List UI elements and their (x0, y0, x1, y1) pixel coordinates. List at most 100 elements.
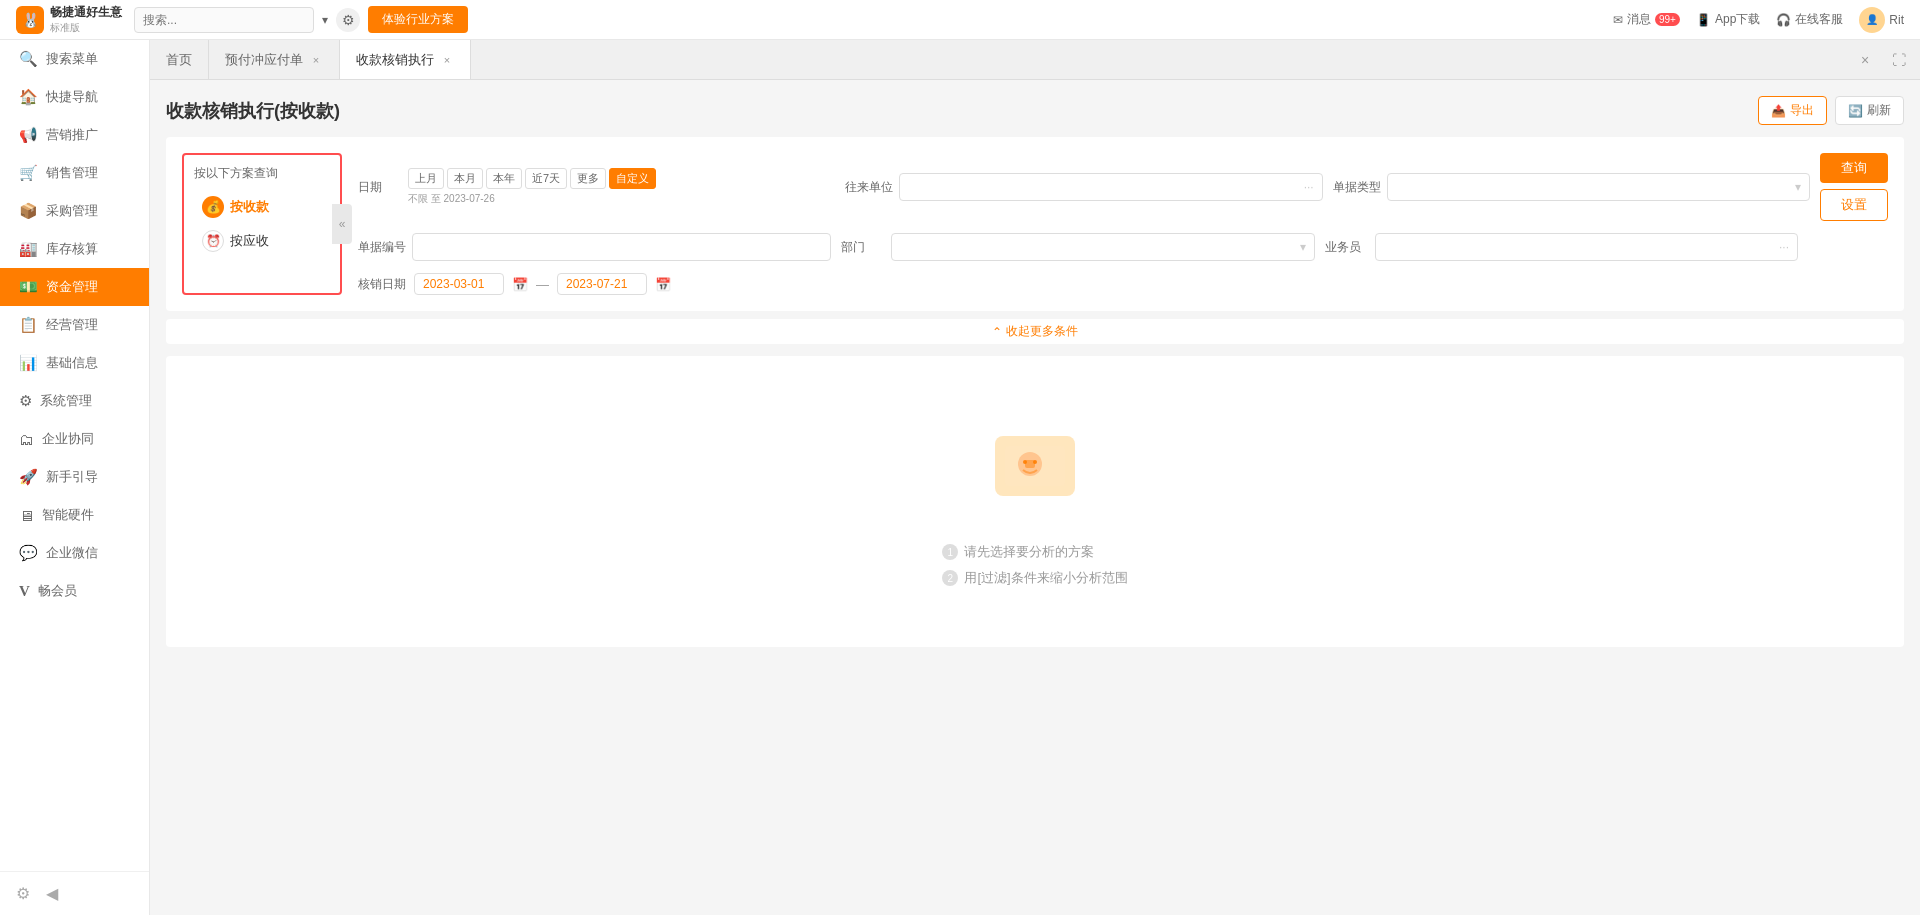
tab-writeoff[interactable]: 收款核销执行 × (340, 40, 471, 79)
sidebar-item-label: 销售管理 (46, 164, 98, 182)
user-area[interactable]: 👤 Rit (1859, 7, 1904, 33)
filter-action-buttons: 查询 设置 (1820, 153, 1888, 221)
filter-row-1: 日期 上月 本月 本年 近7天 更多 自定义 不限 至 2023-07-26 (358, 153, 1888, 221)
sidebar-item-collab[interactable]: 🗂 企业协同 (0, 420, 149, 458)
date-btn-last-month[interactable]: 上月 (408, 168, 444, 189)
tab-expand-icon[interactable]: ⛶ (1886, 47, 1912, 73)
calendar-end-icon[interactable]: 📅 (655, 277, 671, 292)
counterpart-field: 往来单位 ··· (845, 173, 1322, 201)
sidebar-item-label: 新手引导 (46, 468, 98, 486)
query-button[interactable]: 查询 (1820, 153, 1888, 183)
date-btn-last-7-days[interactable]: 近7天 (525, 168, 567, 189)
chevron-up-icon: ⌃ (992, 325, 1002, 339)
username: Rit (1889, 13, 1904, 27)
tip-text-1: 请先选择要分析的方案 (964, 543, 1094, 561)
service-btn[interactable]: 🎧 在线客服 (1776, 11, 1843, 28)
sidebar-item-wechat[interactable]: 💬 企业微信 (0, 534, 149, 572)
filter-collapse-button[interactable]: « (332, 204, 352, 244)
message-icon: ✉ (1613, 13, 1623, 27)
bill-type-select[interactable]: ▾ (1387, 173, 1810, 201)
receipt-icon: 💰 (202, 196, 224, 218)
collab-icon: 🗂 (19, 431, 34, 448)
date-btn-custom[interactable]: 自定义 (609, 168, 656, 189)
logo-area: 🐰 畅捷通好生意 标准版 (16, 4, 122, 35)
filter-options-title: 按以下方案查询 (194, 165, 330, 182)
sidebar-item-label: 智能硬件 (42, 506, 94, 524)
sidebar-item-label: 畅会员 (38, 582, 77, 600)
bill-number-input[interactable] (412, 233, 831, 261)
sales-icon: 🛒 (19, 164, 38, 182)
svg-point-4 (1023, 460, 1027, 464)
filter-option-by-receipt[interactable]: 💰 按收款 (194, 190, 330, 224)
tab-prepay-close[interactable]: × (309, 53, 323, 67)
topbar-dropdown-btn[interactable]: ▾ (322, 13, 328, 27)
sidebar-item-management[interactable]: 📋 经营管理 (0, 306, 149, 344)
sidebar-item-purchase[interactable]: 📦 采购管理 (0, 192, 149, 230)
empty-illustration (975, 416, 1095, 519)
counterpart-input[interactable]: ··· (899, 173, 1322, 201)
department-select[interactable]: ▾ (891, 233, 1314, 261)
chevron-down-icon: ▾ (322, 13, 328, 27)
page-content: 收款核销执行(按收款) 📤 导出 🔄 刷新 按以下方案查询 (150, 80, 1920, 915)
tab-prepay[interactable]: 预付冲应付单 × (209, 40, 340, 79)
sidebar-item-vip[interactable]: V 畅会员 (0, 572, 149, 610)
sidebar-item-basic-info[interactable]: 📊 基础信息 (0, 344, 149, 382)
writeoff-date-end-input[interactable]: 2023-07-21 (557, 273, 647, 295)
sidebar-item-system[interactable]: ⚙ 系统管理 (0, 382, 149, 420)
writeoff-date-start-input[interactable]: 2023-03-01 (414, 273, 504, 295)
page-header-actions: 📤 导出 🔄 刷新 (1758, 96, 1904, 125)
date-btn-this-month[interactable]: 本月 (447, 168, 483, 189)
sidebar-item-label: 快捷导航 (46, 88, 98, 106)
management-icon: 📋 (19, 316, 38, 334)
sidebar-settings-icon[interactable]: ⚙ (16, 884, 30, 903)
filter-option-receivable-label: 按应收 (230, 232, 269, 250)
calendar-start-icon[interactable]: 📅 (512, 277, 528, 292)
filter-option-by-receivable[interactable]: ⏰ 按应收 (194, 224, 330, 258)
salesperson-input[interactable]: ··· (1375, 233, 1798, 261)
purchase-icon: 📦 (19, 202, 38, 220)
topbar-search-input[interactable] (134, 7, 314, 33)
sidebar-item-quick-nav[interactable]: 🏠 快捷导航 (0, 78, 149, 116)
app-download-btn[interactable]: 📱 App下载 (1696, 11, 1760, 28)
tab-home[interactable]: 首页 (150, 40, 209, 79)
hardware-icon: 🖥 (19, 507, 34, 524)
date-note: 不限 至 2023-07-26 (408, 192, 746, 206)
sidebar-item-finance[interactable]: 💵 资金管理 (0, 268, 149, 306)
salesperson-label: 业务员 (1325, 239, 1369, 256)
logo-sub: 标准版 (50, 21, 122, 35)
svg-point-5 (1033, 460, 1037, 464)
date-field: 日期 上月 本月 本年 近7天 更多 自定义 不限 至 2023-07-26 (358, 168, 835, 206)
message-btn[interactable]: ✉ 消息 99+ (1613, 11, 1680, 28)
department-label: 部门 (841, 239, 885, 256)
department-field: 部门 ▾ (841, 233, 1314, 261)
tab-close-all-icon[interactable]: × (1852, 47, 1878, 73)
tab-prepay-label: 预付冲应付单 (225, 51, 303, 69)
sidebar-item-inventory[interactable]: 🏭 库存核算 (0, 230, 149, 268)
sidebar-item-label: 基础信息 (46, 354, 98, 372)
expand-conditions-button[interactable]: ⌃ 收起更多条件 (992, 323, 1078, 340)
receivable-icon: ⏰ (202, 230, 224, 252)
date-btn-more[interactable]: 更多 (570, 168, 606, 189)
topbar: 🐰 畅捷通好生意 标准版 ▾ ⚙ 体验行业方案 ✉ 消息 99+ 📱 App下载… (0, 0, 1920, 40)
sidebar-item-sales[interactable]: 🛒 销售管理 (0, 154, 149, 192)
sidebar-item-search[interactable]: 🔍 搜索菜单 (0, 40, 149, 78)
solution-button[interactable]: 体验行业方案 (368, 6, 468, 33)
setting-button[interactable]: 设置 (1820, 189, 1888, 221)
chevron-down-icon: ▾ (1300, 240, 1306, 254)
user-avatar: 👤 (1859, 7, 1885, 33)
sidebar-item-guide[interactable]: 🚀 新手引导 (0, 458, 149, 496)
filter-panel: 按以下方案查询 💰 按收款 ⏰ 按应收 « (166, 137, 1904, 311)
tip-num-1: 1 (942, 544, 958, 560)
refresh-button[interactable]: 🔄 刷新 (1835, 96, 1904, 125)
empty-tips: 1 请先选择要分析的方案 2 用[过滤]条件来缩小分析范围 (942, 543, 1127, 587)
date-btn-this-year[interactable]: 本年 (486, 168, 522, 189)
topbar-search-area: ▾ ⚙ 体验行业方案 (134, 6, 1613, 33)
export-button[interactable]: 📤 导出 (1758, 96, 1827, 125)
home-icon: 🏠 (19, 88, 38, 106)
sidebar-collapse-icon[interactable]: ◀ (46, 884, 58, 903)
sidebar-item-hardware[interactable]: 🖥 智能硬件 (0, 496, 149, 534)
topbar-gear-btn[interactable]: ⚙ (336, 8, 360, 32)
sidebar-item-marketing[interactable]: 📢 营销推广 (0, 116, 149, 154)
bill-type-field: 单据类型 ▾ (1333, 173, 1810, 201)
tab-writeoff-close[interactable]: × (440, 53, 454, 67)
